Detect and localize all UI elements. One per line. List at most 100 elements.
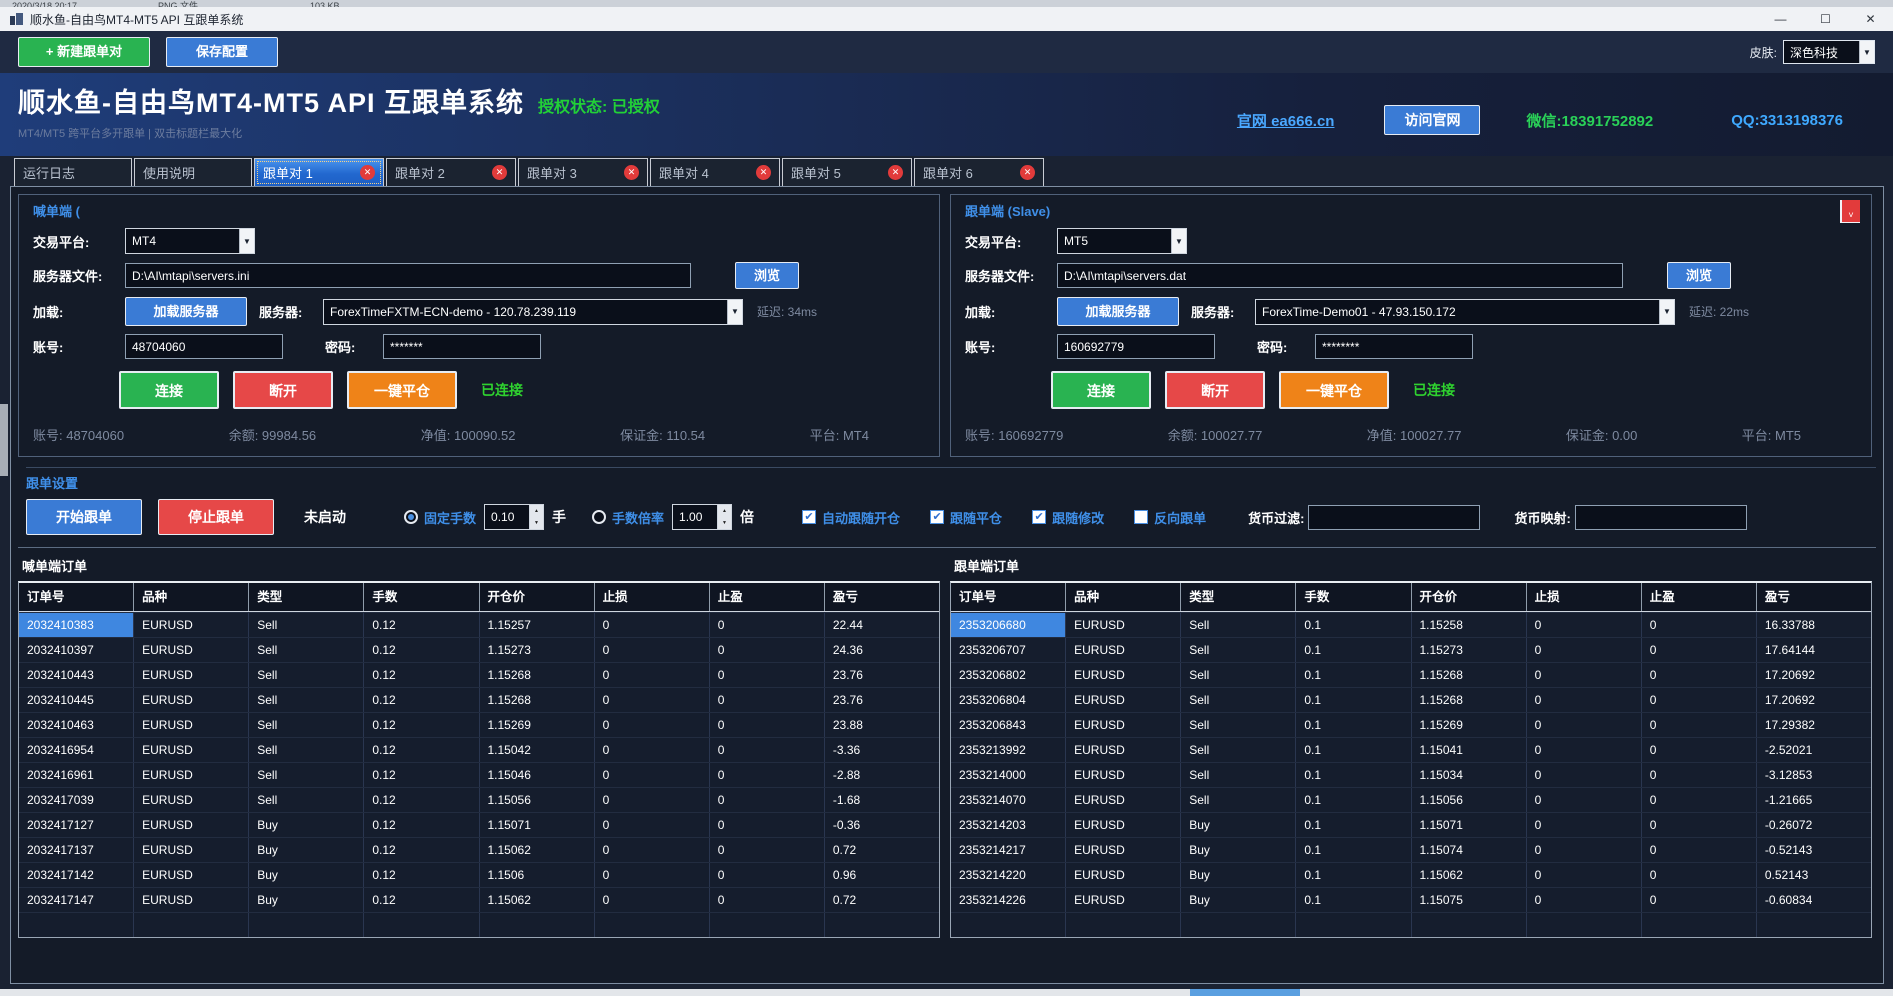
master-browse-button[interactable]: 浏览 xyxy=(735,262,799,289)
tab-close-icon[interactable]: ✕ xyxy=(1020,165,1035,180)
master-close-all-button[interactable]: 一键平仓 xyxy=(347,371,457,409)
master-platform-select[interactable]: MT4 ▼ xyxy=(125,228,255,254)
order-row[interactable]: 2032410397EURUSDSell0.121.152730024.36 xyxy=(19,637,939,662)
column-header[interactable]: 盈亏 xyxy=(1757,583,1871,611)
order-row[interactable]: 2353206707EURUSDSell0.11.152730017.64144 xyxy=(951,637,1871,662)
tab-close-icon[interactable]: ✕ xyxy=(756,165,771,180)
tab-8[interactable]: 跟单对 6✕ xyxy=(914,158,1044,186)
tab-4[interactable]: 跟单对 2✕ xyxy=(386,158,516,186)
spin-down-icon[interactable]: ▼ xyxy=(718,517,731,529)
column-header[interactable]: 止盈 xyxy=(710,583,825,611)
tab-6[interactable]: 跟单对 4✕ xyxy=(650,158,780,186)
master-connect-button[interactable]: 连接 xyxy=(119,371,219,409)
column-header[interactable]: 类型 xyxy=(249,583,364,611)
order-row[interactable]: 2032417142EURUSDBuy0.121.1506000.96 xyxy=(19,862,939,887)
save-config-button[interactable]: 保存配置 xyxy=(166,37,278,67)
chevron-down-icon[interactable]: ▼ xyxy=(1859,41,1874,63)
chevron-down-icon[interactable]: ▼ xyxy=(1171,229,1186,253)
tab-2[interactable]: 使用说明 xyxy=(134,158,252,186)
order-row[interactable]: 2353206843EURUSDSell0.11.152690017.29382 xyxy=(951,712,1871,737)
follow-close-checkbox[interactable]: ✔ xyxy=(930,510,944,524)
order-row[interactable]: 2353206680EURUSDSell0.11.152580016.33788 xyxy=(951,612,1871,637)
column-header[interactable]: 开仓价 xyxy=(480,583,595,611)
order-row[interactable]: 2353206804EURUSDSell0.11.152680017.20692 xyxy=(951,687,1871,712)
chevron-down-icon[interactable]: ▼ xyxy=(239,229,254,253)
start-copy-button[interactable]: 开始跟单 xyxy=(26,499,142,535)
stop-copy-button[interactable]: 停止跟单 xyxy=(158,499,274,535)
column-header[interactable]: 开仓价 xyxy=(1412,583,1527,611)
column-header[interactable]: 品种 xyxy=(134,583,249,611)
order-row[interactable]: 2353214000EURUSDSell0.11.1503400-3.12853 xyxy=(951,762,1871,787)
order-row[interactable]: 2032417127EURUSDBuy0.121.1507100-0.36 xyxy=(19,812,939,837)
slave-password-input[interactable] xyxy=(1315,334,1473,359)
website-link[interactable]: 官网 ea666.cn xyxy=(1237,110,1335,131)
lot-ratio-input[interactable] xyxy=(672,504,718,530)
tab-close-icon[interactable]: ✕ xyxy=(888,165,903,180)
column-header[interactable]: 订单号 xyxy=(19,583,134,611)
tab-close-icon[interactable]: ✕ xyxy=(492,165,507,180)
tab-3[interactable]: 跟单对 1✕ xyxy=(254,158,384,186)
slave-platform-select[interactable]: MT5 ▼ xyxy=(1057,228,1187,254)
symbol-map-input[interactable] xyxy=(1575,505,1747,530)
master-disconnect-button[interactable]: 断开 xyxy=(233,371,333,409)
slave-server-file-input[interactable] xyxy=(1057,263,1623,288)
order-row[interactable]: 2032417147EURUSDBuy0.121.15062000.72 xyxy=(19,887,939,912)
slave-collapse-button[interactable]: ˅ xyxy=(1840,200,1860,223)
lot-ratio-radio[interactable] xyxy=(592,510,606,524)
tab-1[interactable]: 运行日志 xyxy=(14,158,132,186)
slave-disconnect-button[interactable]: 断开 xyxy=(1165,371,1265,409)
order-row[interactable]: 2353214217EURUSDBuy0.11.1507400-0.52143 xyxy=(951,837,1871,862)
order-row[interactable]: 2032410463EURUSDSell0.121.152690023.88 xyxy=(19,712,939,737)
minimize-button[interactable]: — xyxy=(1758,7,1803,31)
tab-close-icon[interactable]: ✕ xyxy=(360,165,375,180)
slave-server-select[interactable]: ForexTime-Demo01 - 47.93.150.172 ▼ xyxy=(1255,299,1675,325)
column-header[interactable]: 止盈 xyxy=(1642,583,1757,611)
order-row[interactable]: 2353213992EURUSDSell0.11.1504100-2.52021 xyxy=(951,737,1871,762)
tab-7[interactable]: 跟单对 5✕ xyxy=(782,158,912,186)
chevron-down-icon[interactable]: ▼ xyxy=(727,300,742,324)
fixed-lots-radio[interactable] xyxy=(404,510,418,524)
order-row[interactable]: 2032410443EURUSDSell0.121.152680023.76 xyxy=(19,662,939,687)
fixed-lots-input[interactable] xyxy=(484,504,530,530)
master-load-server-button[interactable]: 加载服务器 xyxy=(125,297,247,326)
slave-connect-button[interactable]: 连接 xyxy=(1051,371,1151,409)
visit-website-button[interactable]: 访问官网 xyxy=(1384,105,1480,135)
order-row[interactable]: 2032416954EURUSDSell0.121.1504200-3.36 xyxy=(19,737,939,762)
order-row[interactable]: 2032417137EURUSDBuy0.121.15062000.72 xyxy=(19,837,939,862)
tab-5[interactable]: 跟单对 3✕ xyxy=(518,158,648,186)
symbol-filter-input[interactable] xyxy=(1308,505,1480,530)
column-header[interactable]: 品种 xyxy=(1066,583,1181,611)
column-header[interactable]: 类型 xyxy=(1181,583,1296,611)
slave-load-server-button[interactable]: 加载服务器 xyxy=(1057,297,1179,326)
order-row[interactable]: 2353214220EURUSDBuy0.11.15062000.52143 xyxy=(951,862,1871,887)
column-header[interactable]: 手数 xyxy=(364,583,479,611)
reverse-copy-checkbox[interactable]: ✔ xyxy=(1134,510,1148,524)
new-pair-button[interactable]: + 新建跟单对 xyxy=(18,37,150,67)
slave-close-all-button[interactable]: 一键平仓 xyxy=(1279,371,1389,409)
column-header[interactable]: 订单号 xyxy=(951,583,1066,611)
master-account-input[interactable] xyxy=(125,334,283,359)
master-password-input[interactable] xyxy=(383,334,541,359)
tab-close-icon[interactable]: ✕ xyxy=(624,165,639,180)
order-row[interactable]: 2353214203EURUSDBuy0.11.1507100-0.26072 xyxy=(951,812,1871,837)
order-row[interactable]: 2032417039EURUSDSell0.121.1505600-1.68 xyxy=(19,787,939,812)
order-row[interactable]: 2353206802EURUSDSell0.11.152680017.20692 xyxy=(951,662,1871,687)
order-row[interactable]: 2353214070EURUSDSell0.11.1505600-1.21665 xyxy=(951,787,1871,812)
slave-account-input[interactable] xyxy=(1057,334,1215,359)
column-header[interactable]: 止损 xyxy=(1527,583,1642,611)
spin-up-icon[interactable]: ▲ xyxy=(718,505,731,517)
order-row[interactable]: 2032410445EURUSDSell0.121.152680023.76 xyxy=(19,687,939,712)
skin-select[interactable]: 深色科技 ▼ xyxy=(1783,40,1875,64)
close-button[interactable]: ✕ xyxy=(1848,7,1893,31)
column-header[interactable]: 盈亏 xyxy=(825,583,939,611)
master-server-select[interactable]: ForexTimeFXTM-ECN-demo - 120.78.239.119 … xyxy=(323,299,743,325)
auto-open-checkbox[interactable]: ✔ xyxy=(802,510,816,524)
column-header[interactable]: 手数 xyxy=(1296,583,1411,611)
slave-browse-button[interactable]: 浏览 xyxy=(1667,262,1731,289)
order-row[interactable]: 2032410383EURUSDSell0.121.152570022.44 xyxy=(19,612,939,637)
order-row[interactable]: 2032416961EURUSDSell0.121.1504600-2.88 xyxy=(19,762,939,787)
column-header[interactable]: 止损 xyxy=(595,583,710,611)
chevron-down-icon[interactable]: ▼ xyxy=(1659,300,1674,324)
spin-down-icon[interactable]: ▼ xyxy=(530,517,543,529)
spin-up-icon[interactable]: ▲ xyxy=(530,505,543,517)
